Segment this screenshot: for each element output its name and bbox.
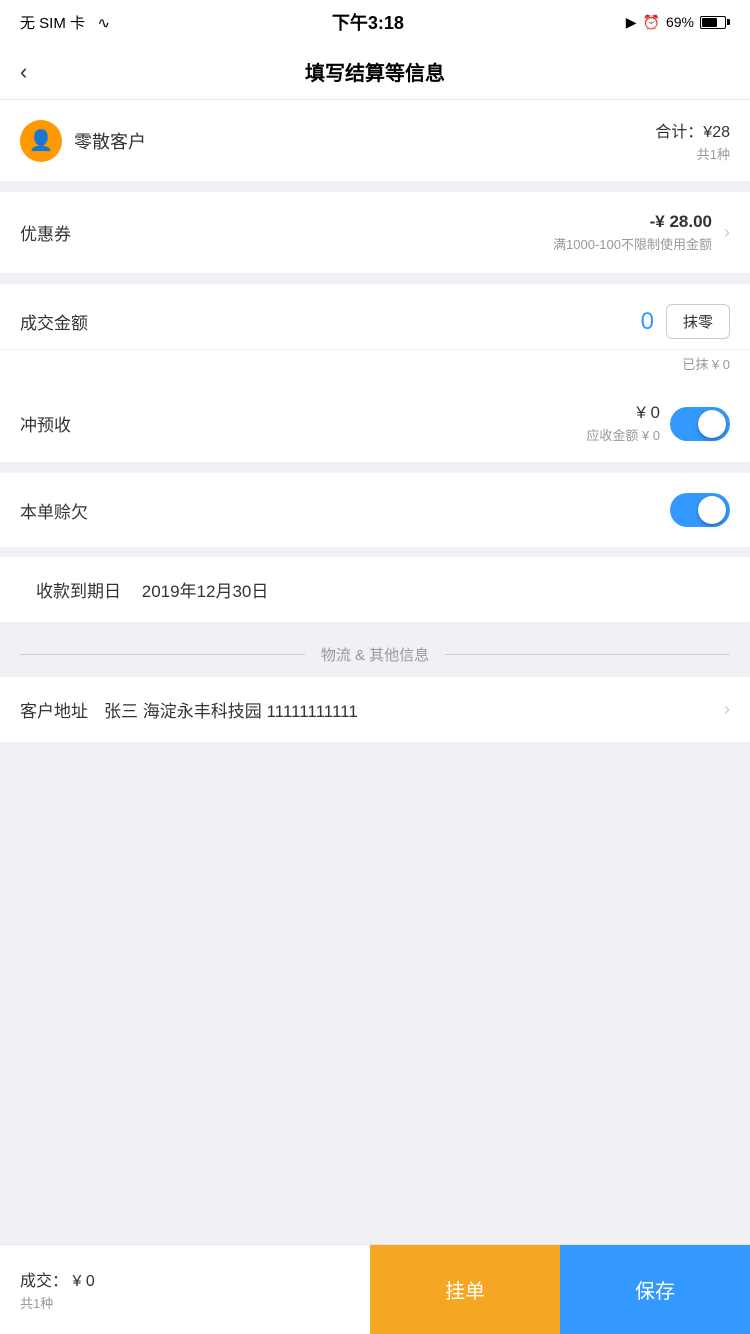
customer-right: 合计：¥28 共1种 (655, 118, 730, 163)
battery-percent: 69% (666, 14, 694, 30)
customer-row[interactable]: 👤 零散客户 合计：¥28 共1种 (0, 100, 750, 182)
due-date-section: 收款到期日 2019年12月30日 (0, 557, 750, 622)
prereceipt-right: ¥ 0 应收金额 ¥ 0 (586, 403, 730, 444)
address-section[interactable]: 客户地址 张三 海淀永丰科技园 11111111111 › (0, 677, 750, 742)
address-chevron-icon: › (724, 699, 730, 720)
due-date-content: 收款到期日 2019年12月30日 (20, 577, 730, 602)
save-button[interactable]: 保存 (560, 1245, 750, 1334)
customer-section: 👤 零散客户 合计：¥28 共1种 (0, 100, 750, 182)
empty-space (0, 752, 750, 812)
logistics-separator: 物流 & 其他信息 (0, 632, 750, 677)
debt-toggle[interactable] (670, 493, 730, 527)
coupon-row[interactable]: 优惠券 -¥ 28.00 满1000-100不限制使用金额 › (0, 192, 750, 274)
round-button[interactable]: 抹零 (666, 304, 730, 339)
main-content: 👤 零散客户 合计：¥28 共1种 优惠券 -¥ 28.00 满1000-100… (0, 100, 750, 912)
coupon-label: 优惠券 (20, 220, 71, 245)
customer-left: 👤 零散客户 (20, 120, 146, 162)
bottom-deal: 成交： ¥ 0 (20, 1267, 350, 1291)
coupon-sub: 满1000-100不限制使用金额 (553, 234, 712, 253)
bottom-buttons: 挂单 保存 (370, 1245, 750, 1334)
nav-bar: ‹ 填写结算等信息 (0, 44, 750, 100)
separator-line-right (445, 654, 730, 655)
prereceipt-label: 冲预收 (20, 411, 71, 436)
separator-text: 物流 & 其他信息 (321, 644, 429, 665)
back-button[interactable]: ‹ (20, 59, 27, 85)
transaction-sub: 已抹 ¥ 0 (0, 350, 750, 385)
bottom-info: 成交： ¥ 0 共1种 (0, 1267, 370, 1312)
coupon-right: -¥ 28.00 满1000-100不限制使用金额 › (553, 212, 730, 253)
transaction-label: 成交金额 (20, 309, 88, 334)
transaction-section: 成交金额 0 抹零 已抹 ¥ 0 冲预收 ¥ 0 应收金额 ¥ 0 (0, 284, 750, 463)
hold-button[interactable]: 挂单 (370, 1245, 560, 1334)
bottom-deal-label: 成交： (20, 1273, 68, 1290)
customer-avatar: 👤 (20, 120, 62, 162)
address-value: 张三 海淀永丰科技园 11111111111 (104, 697, 724, 722)
alarm-icon: ⏰ (643, 14, 660, 31)
coupon-values: -¥ 28.00 满1000-100不限制使用金额 (553, 212, 712, 253)
customer-total: 合计：¥28 (655, 118, 730, 142)
customer-name: 零散客户 (74, 128, 146, 154)
coupon-value: -¥ 28.00 (553, 212, 712, 232)
bottom-count: 共1种 (20, 1293, 350, 1312)
prereceipt-row: 冲预收 ¥ 0 应收金额 ¥ 0 (0, 385, 750, 463)
transaction-right: 0 抹零 (641, 304, 730, 339)
wifi-icon: ∿ (98, 15, 111, 32)
location-icon: ▶ (626, 14, 637, 31)
status-bar: 无 SIM 卡 ∿ 下午3:18 ▶ ⏰ 69% (0, 0, 750, 44)
page-title: 填写结算等信息 (305, 57, 445, 86)
address-label: 客户地址 (20, 697, 88, 722)
status-left: 无 SIM 卡 ∿ (20, 12, 110, 33)
separator-line-left (20, 654, 305, 655)
customer-count: 共1种 (655, 144, 730, 163)
debt-toggle-knob (698, 496, 726, 524)
transaction-value: 0 (641, 308, 654, 336)
debt-section: 本单赊欠 (0, 473, 750, 547)
debt-label: 本单赊欠 (20, 498, 88, 523)
due-date-value: 2019年12月30日 (142, 582, 269, 601)
bottom-deal-value: ¥ 0 (72, 1273, 94, 1290)
coupon-chevron-icon: › (724, 222, 730, 243)
toggle-knob (698, 410, 726, 438)
status-time: 下午3:18 (332, 9, 404, 35)
status-right: ▶ ⏰ 69% (626, 14, 730, 31)
coupon-section: 优惠券 -¥ 28.00 满1000-100不限制使用金额 › (0, 192, 750, 274)
transaction-row: 成交金额 0 抹零 (0, 284, 750, 350)
prereceipt-sub-value: 应收金额 ¥ 0 (586, 425, 660, 444)
avatar-icon: 👤 (29, 128, 54, 153)
prereceipt-toggle[interactable] (670, 407, 730, 441)
battery-icon (700, 16, 730, 29)
prereceipt-values: ¥ 0 应收金额 ¥ 0 (586, 403, 660, 444)
bottom-bar: 成交： ¥ 0 共1种 挂单 保存 (0, 1244, 750, 1334)
prereceipt-main-value: ¥ 0 (586, 403, 660, 423)
due-date-label: 收款到期日 (36, 582, 121, 601)
